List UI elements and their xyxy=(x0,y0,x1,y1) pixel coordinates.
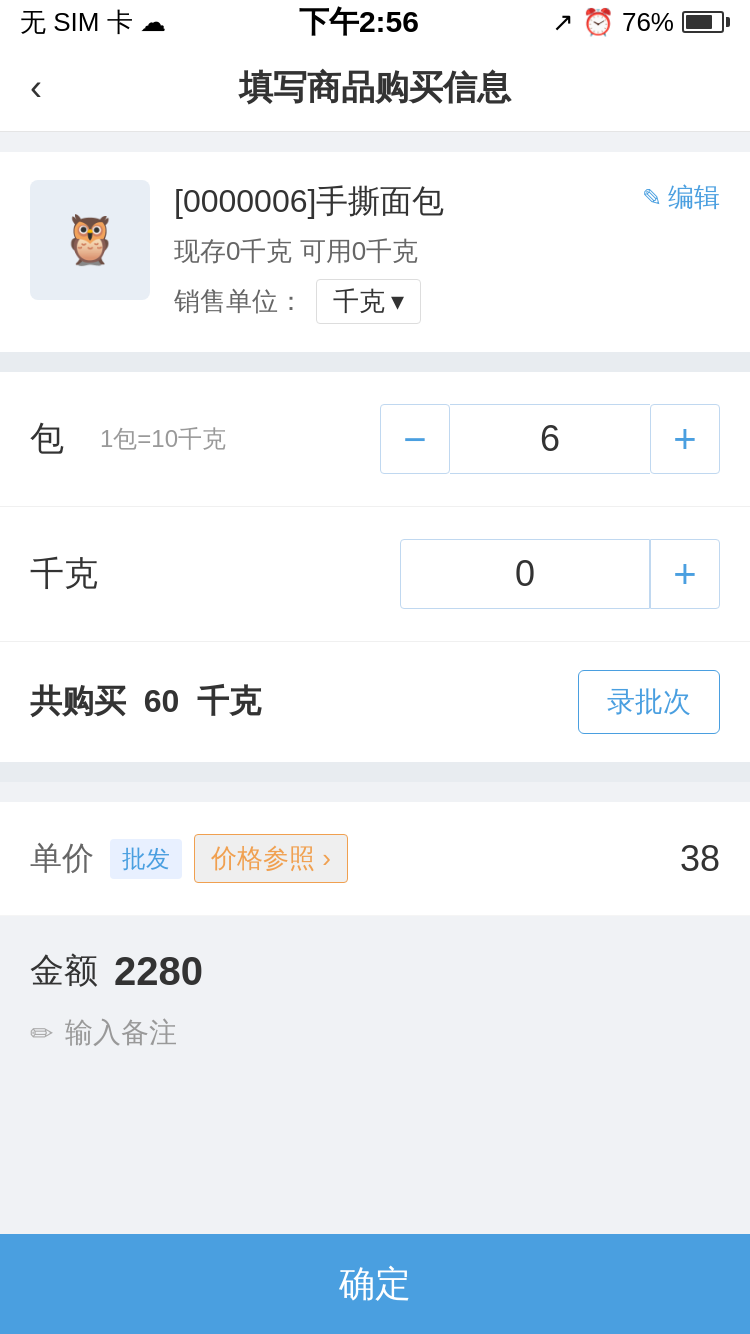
kg-label: 千克 xyxy=(30,551,98,597)
status-left: 无 SIM 卡 ☁ xyxy=(20,5,166,40)
status-bar: 无 SIM 卡 ☁ 下午2:56 ↗ ⏰ 76% xyxy=(0,0,750,44)
price-label: 单价 xyxy=(30,837,94,881)
product-info: [0000006]手撕面包 现存0千克 可用0千克 销售单位： 千克 ▾ xyxy=(174,180,720,324)
kg-plus-button[interactable]: + xyxy=(650,539,720,609)
amount-value: 2280 xyxy=(114,949,203,994)
kg-control: + xyxy=(400,539,720,609)
total-amount: 60 xyxy=(144,683,180,719)
bottom-spacer xyxy=(0,1072,750,1192)
package-input[interactable] xyxy=(450,404,650,474)
page-title: 填写商品购买信息 xyxy=(239,65,511,111)
package-control: − + xyxy=(380,404,720,474)
package-label: 包 xyxy=(30,416,90,462)
package-minus-button[interactable]: − xyxy=(380,404,450,474)
package-plus-button[interactable]: + xyxy=(650,404,720,474)
product-unit-row: 销售单位： 千克 ▾ xyxy=(174,279,720,324)
kg-row: 千克 + xyxy=(0,507,750,642)
price-section: 单价 批发 价格参照 › 38 xyxy=(0,802,750,916)
pencil-icon: ✏ xyxy=(30,1017,53,1050)
remark-placeholder: 输入备注 xyxy=(65,1014,177,1052)
unit-label: 销售单位： xyxy=(174,284,304,319)
status-time: 下午2:56 xyxy=(299,2,419,43)
section-divider-2 xyxy=(0,762,750,782)
total-prefix: 共购买 xyxy=(30,683,126,719)
unit-value: 千克 xyxy=(333,284,385,319)
package-hint: 1包=10千克 xyxy=(100,423,380,455)
sim-label: 无 SIM 卡 ☁ xyxy=(20,5,166,40)
product-name: [0000006]手撕面包 xyxy=(174,180,720,224)
product-logo: 🦉 xyxy=(60,212,120,268)
unit-selector[interactable]: 千克 ▾ xyxy=(316,279,421,324)
package-row: 包 1包=10千克 − + xyxy=(0,372,750,507)
back-button[interactable]: ‹ xyxy=(20,57,52,119)
edit-label: 编辑 xyxy=(668,180,720,215)
battery-icon xyxy=(682,11,730,33)
section-divider-1 xyxy=(0,352,750,372)
batch-button[interactable]: 录批次 xyxy=(578,670,720,734)
confirm-button[interactable]: 确定 xyxy=(0,1234,750,1334)
product-card: 🦉 [0000006]手撕面包 现存0千克 可用0千克 销售单位： 千克 ▾ ✎… xyxy=(0,152,750,352)
price-tag: 批发 xyxy=(110,839,182,879)
remark-row[interactable]: ✏ 输入备注 xyxy=(30,1014,720,1052)
signal-icon: ↗ xyxy=(552,7,574,38)
kg-input[interactable] xyxy=(400,539,650,609)
input-section: 包 1包=10千克 − + 千克 + 共购买 60 千克 录批次 xyxy=(0,372,750,762)
status-right: ↗ ⏰ 76% xyxy=(552,7,730,38)
price-ref-button[interactable]: 价格参照 › xyxy=(194,834,348,883)
product-stock: 现存0千克 可用0千克 xyxy=(174,234,720,269)
edit-button[interactable]: ✎ 编辑 xyxy=(642,180,720,215)
total-text: 共购买 60 千克 xyxy=(30,680,261,724)
amount-row: 金额 2280 xyxy=(30,948,720,994)
amount-section: 金额 2280 ✏ 输入备注 xyxy=(0,916,750,1072)
total-unit: 千克 xyxy=(197,683,261,719)
price-value: 38 xyxy=(680,838,720,880)
price-row: 单价 批发 价格参照 › 38 xyxy=(0,802,750,916)
total-row: 共购买 60 千克 录批次 xyxy=(0,642,750,762)
alarm-icon: ⏰ xyxy=(582,7,614,38)
product-image: 🦉 xyxy=(30,180,150,300)
amount-label: 金额 xyxy=(30,948,98,994)
nav-bar: ‹ 填写商品购买信息 xyxy=(0,44,750,132)
edit-icon: ✎ xyxy=(642,184,662,212)
unit-chevron-icon: ▾ xyxy=(391,286,404,317)
battery-percent: 76% xyxy=(622,7,674,38)
